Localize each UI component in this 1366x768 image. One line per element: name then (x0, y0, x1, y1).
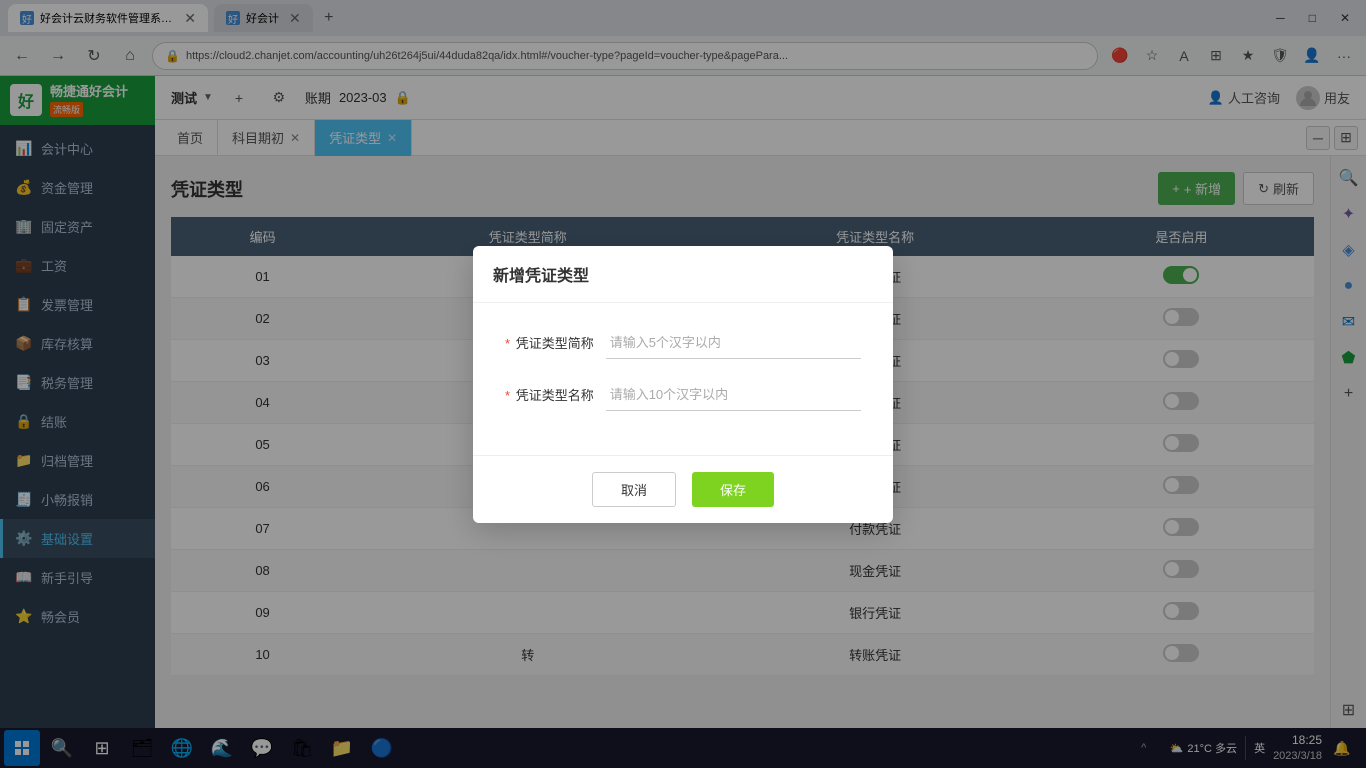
abbr-required-mark: * (505, 336, 510, 351)
modal-footer: 取消 保存 (473, 455, 893, 523)
modal-title: 新增凭证类型 (493, 268, 589, 285)
name-label: * 凭证类型名称 (505, 385, 594, 404)
abbr-form-group: * 凭证类型简称 (505, 327, 861, 359)
name-input[interactable] (606, 379, 861, 411)
name-required-mark: * (505, 388, 510, 403)
name-form-group: * 凭证类型名称 (505, 379, 861, 411)
save-button[interactable]: 保存 (692, 472, 774, 507)
new-voucher-modal: 新增凭证类型 * 凭证类型简称 * 凭证类型名称 取消 (473, 246, 893, 523)
cancel-button[interactable]: 取消 (592, 472, 676, 507)
abbr-label: * 凭证类型简称 (505, 333, 594, 352)
modal-body: * 凭证类型简称 * 凭证类型名称 (473, 303, 893, 455)
modal-header: 新增凭证类型 (473, 246, 893, 303)
modal-overlay: 新增凭证类型 * 凭证类型简称 * 凭证类型名称 取消 (0, 0, 1366, 768)
abbr-input[interactable] (606, 327, 861, 359)
